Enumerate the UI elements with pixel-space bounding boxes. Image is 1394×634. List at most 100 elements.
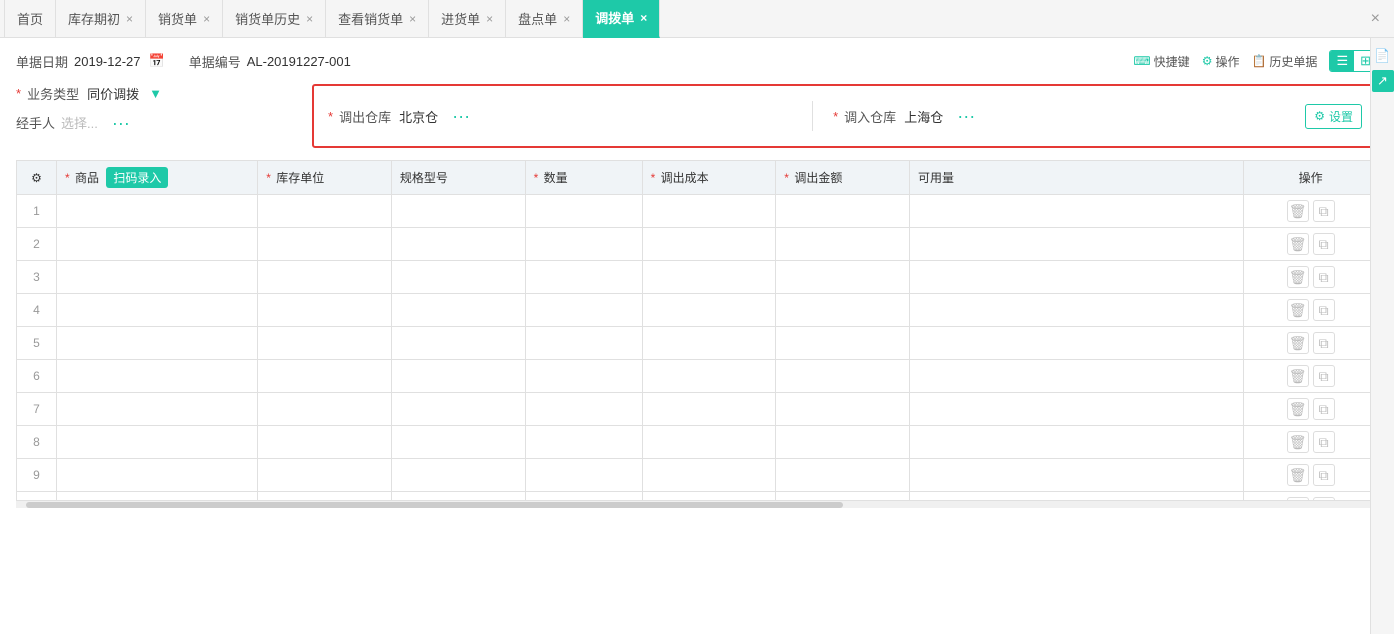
operations-action[interactable]: ⚙ 操作 — [1202, 53, 1240, 70]
cost-cell[interactable] — [642, 228, 776, 261]
delete-icon[interactable]: 🗑 — [1287, 332, 1309, 354]
available-cell[interactable] — [910, 459, 1244, 492]
qty-cell[interactable] — [525, 327, 642, 360]
tab-purchase-close[interactable]: × — [486, 12, 493, 26]
business-type-dropdown[interactable]: ▼ — [149, 86, 162, 101]
amount-cell[interactable] — [776, 393, 910, 426]
unit-cell[interactable] — [258, 261, 392, 294]
unit-cell[interactable] — [258, 228, 392, 261]
unit-cell[interactable] — [258, 294, 392, 327]
handler-more-btn[interactable]: ··· — [112, 114, 130, 132]
delete-icon[interactable]: 🗑 — [1287, 464, 1309, 486]
calendar-icon[interactable]: 📅 — [149, 53, 165, 69]
qty-cell[interactable] — [525, 294, 642, 327]
delete-icon[interactable]: 🗑 — [1287, 233, 1309, 255]
tab-inventory-init[interactable]: 库存期初 × — [56, 0, 146, 38]
spec-cell[interactable] — [391, 492, 525, 501]
copy-icon[interactable]: ⧉ — [1313, 365, 1335, 387]
product-cell[interactable] — [57, 393, 258, 426]
copy-icon[interactable]: ⧉ — [1313, 233, 1335, 255]
amount-cell[interactable] — [776, 327, 910, 360]
qty-cell[interactable] — [525, 261, 642, 294]
spec-cell[interactable] — [391, 327, 525, 360]
amount-cell[interactable] — [776, 360, 910, 393]
amount-cell[interactable] — [776, 195, 910, 228]
delete-icon[interactable]: 🗑 — [1287, 266, 1309, 288]
product-cell[interactable] — [57, 327, 258, 360]
close-all-tabs[interactable]: × — [1361, 10, 1390, 28]
copy-icon[interactable]: ⧉ — [1313, 431, 1335, 453]
tab-sales-order[interactable]: 销货单 × — [146, 0, 223, 38]
spec-cell[interactable] — [391, 393, 525, 426]
available-cell[interactable] — [910, 195, 1244, 228]
qty-cell[interactable] — [525, 195, 642, 228]
cost-cell[interactable] — [642, 492, 776, 501]
available-cell[interactable] — [910, 261, 1244, 294]
tab-inventory-init-close[interactable]: × — [126, 12, 133, 26]
scan-entry-button[interactable]: 扫码录入 — [106, 167, 168, 188]
available-cell[interactable] — [910, 327, 1244, 360]
spec-cell[interactable] — [391, 360, 525, 393]
available-cell[interactable] — [910, 228, 1244, 261]
warehouse-out-more-btn[interactable]: ··· — [452, 107, 470, 125]
amount-cell[interactable] — [776, 426, 910, 459]
qty-cell[interactable] — [525, 492, 642, 501]
qty-cell[interactable] — [525, 393, 642, 426]
tab-sales-history[interactable]: 销货单历史 × — [223, 0, 326, 38]
tab-home[interactable]: 首页 — [4, 0, 56, 38]
spec-cell[interactable] — [391, 195, 525, 228]
spec-cell[interactable] — [391, 426, 525, 459]
shortcut-action[interactable]: ⌨ 快捷键 — [1133, 53, 1189, 70]
cost-cell[interactable] — [642, 261, 776, 294]
copy-icon[interactable]: ⧉ — [1313, 299, 1335, 321]
available-cell[interactable] — [910, 393, 1244, 426]
copy-icon[interactable]: ⧉ — [1313, 464, 1335, 486]
sidebar-export-icon[interactable]: ↗ — [1372, 70, 1394, 92]
qty-cell[interactable] — [525, 459, 642, 492]
tab-check-sales-close[interactable]: × — [409, 12, 416, 26]
horizontal-scrollbar[interactable] — [16, 500, 1378, 508]
delete-icon[interactable]: 🗑 — [1287, 200, 1309, 222]
tab-sales-order-close[interactable]: × — [203, 12, 210, 26]
delete-icon[interactable]: 🗑 — [1287, 431, 1309, 453]
warehouse-in-more-btn[interactable]: ··· — [957, 107, 975, 125]
qty-cell[interactable] — [525, 228, 642, 261]
amount-cell[interactable] — [776, 261, 910, 294]
spec-cell[interactable] — [391, 228, 525, 261]
cost-cell[interactable] — [642, 459, 776, 492]
available-cell[interactable] — [910, 426, 1244, 459]
copy-icon[interactable]: ⧉ — [1313, 332, 1335, 354]
spec-cell[interactable] — [391, 261, 525, 294]
spec-cell[interactable] — [391, 294, 525, 327]
gear-icon[interactable]: ⚙ — [31, 171, 42, 185]
delete-icon[interactable]: 🗑 — [1287, 299, 1309, 321]
sidebar-doc-icon[interactable]: 📄 — [1373, 46, 1393, 66]
amount-cell[interactable] — [776, 228, 910, 261]
product-cell[interactable] — [57, 360, 258, 393]
cost-cell[interactable] — [642, 426, 776, 459]
unit-cell[interactable] — [258, 360, 392, 393]
tab-stocktake-close[interactable]: × — [563, 12, 570, 26]
product-cell[interactable] — [57, 261, 258, 294]
cost-cell[interactable] — [642, 393, 776, 426]
cost-cell[interactable] — [642, 360, 776, 393]
settings-button[interactable]: ⚙ 设置 — [1305, 104, 1362, 129]
available-cell[interactable] — [910, 294, 1244, 327]
qty-cell[interactable] — [525, 426, 642, 459]
tab-transfer[interactable]: 调拨单 × — [583, 0, 660, 38]
cost-cell[interactable] — [642, 327, 776, 360]
tab-stocktake[interactable]: 盘点单 × — [506, 0, 583, 38]
product-cell[interactable] — [57, 195, 258, 228]
available-cell[interactable] — [910, 360, 1244, 393]
tab-sales-history-close[interactable]: × — [306, 12, 313, 26]
tab-transfer-close[interactable]: × — [640, 11, 647, 25]
product-cell[interactable] — [57, 426, 258, 459]
amount-cell[interactable] — [776, 459, 910, 492]
product-cell[interactable] — [57, 228, 258, 261]
cost-cell[interactable] — [642, 294, 776, 327]
unit-cell[interactable] — [258, 393, 392, 426]
amount-cell[interactable] — [776, 294, 910, 327]
qty-cell[interactable] — [525, 360, 642, 393]
unit-cell[interactable] — [258, 426, 392, 459]
unit-cell[interactable] — [258, 459, 392, 492]
